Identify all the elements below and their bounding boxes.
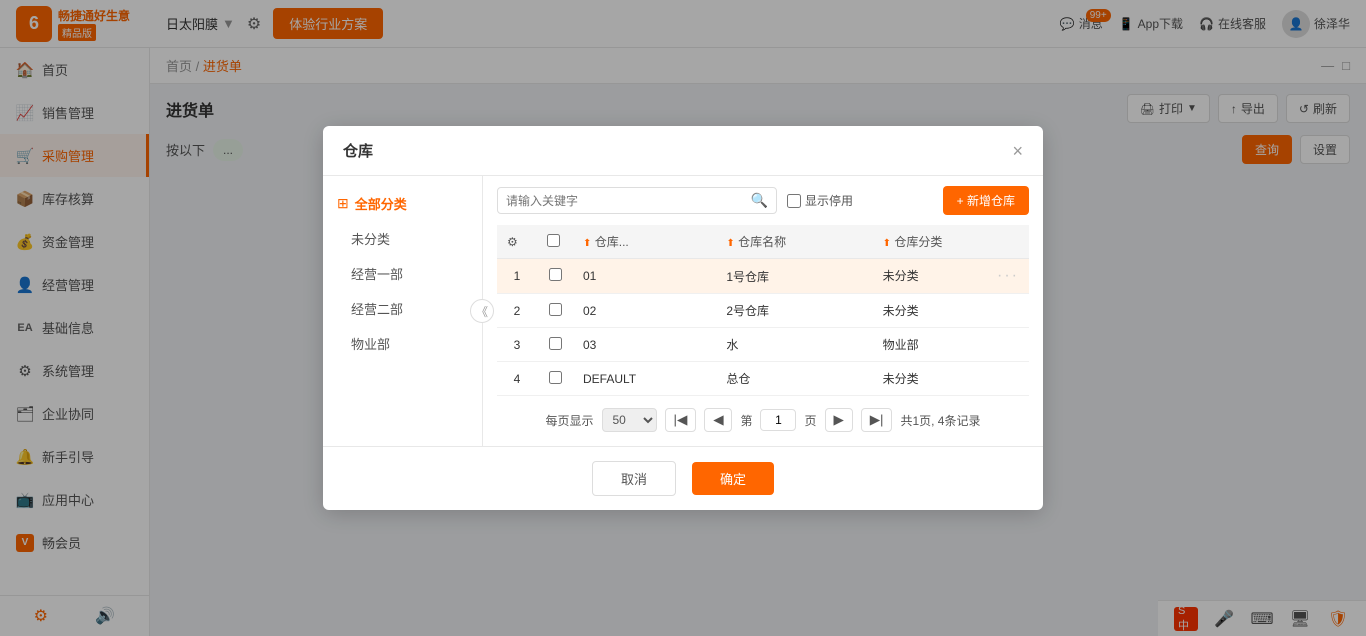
- table-toolbar: 🔍 显示停用 + 新增仓库: [497, 186, 1029, 215]
- table-panel: 🔍 显示停用 + 新增仓库 ⚙: [483, 176, 1043, 446]
- collapse-panel-button[interactable]: 《: [470, 299, 494, 323]
- row-number: 2: [497, 294, 537, 328]
- row-number: 3: [497, 328, 537, 362]
- category-item-property[interactable]: 物业部: [323, 326, 482, 361]
- confirm-button[interactable]: 确定: [692, 462, 774, 495]
- next-page-button[interactable]: ▶: [825, 408, 853, 432]
- grid-icon: ⊞: [337, 195, 349, 212]
- first-page-button[interactable]: |◀: [665, 408, 697, 432]
- last-page-button[interactable]: ▶|: [861, 408, 893, 432]
- row-number: 4: [497, 362, 537, 396]
- row-code: 01: [573, 259, 716, 294]
- modal-close-button[interactable]: ×: [1012, 142, 1023, 160]
- row-number: 1: [497, 259, 537, 294]
- show-disabled-label[interactable]: 显示停用: [787, 192, 853, 209]
- col-name-header: ⬆ 仓库名称: [716, 225, 872, 259]
- modal-header: 仓库 ×: [323, 126, 1043, 176]
- table-row[interactable]: 1 01 1号仓库 未分类 ···: [497, 259, 1029, 294]
- row-checkbox[interactable]: [537, 294, 573, 328]
- col-category-header: ⬆ 仓库分类: [873, 225, 1029, 259]
- sort-icon: ⬆: [726, 238, 734, 249]
- search-box: 🔍: [497, 187, 777, 214]
- row-checkbox[interactable]: [537, 328, 573, 362]
- per-page-select[interactable]: 50 100 200: [602, 408, 657, 432]
- warehouse-table: ⚙ ⬆ 仓库... ⬆ 仓库名称: [497, 225, 1029, 396]
- select-all-checkbox[interactable]: [547, 234, 560, 247]
- search-input[interactable]: [506, 194, 751, 208]
- modal-body: ⊞ 全部分类 未分类 经营一部 经营二部 物业部 《 🔍: [323, 176, 1043, 446]
- search-icon: 🔍: [751, 192, 768, 209]
- category-item-ops1[interactable]: 经营一部: [323, 256, 482, 291]
- pagination: 每页显示 50 100 200 |◀ ◀ 第 页 ▶ ▶| 共1页, 4条记录: [497, 396, 1029, 436]
- row-checkbox[interactable]: [537, 362, 573, 396]
- category-item-ops2[interactable]: 经营二部: [323, 291, 482, 326]
- category-item-unclassified[interactable]: 未分类: [323, 221, 482, 256]
- add-warehouse-button[interactable]: + 新增仓库: [943, 186, 1029, 215]
- warehouse-modal: 仓库 × ⊞ 全部分类 未分类 经营一部 经营二部 物业部 《: [323, 126, 1043, 510]
- table-row[interactable]: 3 03 水 物业部: [497, 328, 1029, 362]
- category-all-label: 全部分类: [355, 194, 407, 213]
- row-category: 未分类 ···: [873, 259, 1029, 294]
- table-row[interactable]: 4 DEFAULT 总仓 未分类: [497, 362, 1029, 396]
- row-code: 02: [573, 294, 716, 328]
- page-label: 第: [740, 412, 752, 429]
- modal-title: 仓库: [343, 140, 373, 161]
- modal-footer: 取消 确定: [323, 446, 1043, 510]
- cancel-button[interactable]: 取消: [592, 461, 676, 496]
- row-name: 2号仓库: [716, 294, 872, 328]
- row-name: 水: [716, 328, 872, 362]
- page-number-input[interactable]: [760, 409, 796, 431]
- category-all-button[interactable]: ⊞ 全部分类: [323, 186, 482, 221]
- row-name: 总仓: [716, 362, 872, 396]
- row-name: 1号仓库: [716, 259, 872, 294]
- row-category: 物业部: [873, 328, 1029, 362]
- per-page-label: 每页显示: [545, 412, 593, 429]
- gear-icon: ⚙: [507, 235, 518, 249]
- sort-icon: ⬆: [883, 238, 891, 249]
- row-actions[interactable]: ···: [997, 267, 1019, 285]
- prev-page-button[interactable]: ◀: [704, 408, 732, 432]
- row-code: 03: [573, 328, 716, 362]
- col-code-header: ⬆ 仓库...: [573, 225, 716, 259]
- row-category: 未分类: [873, 294, 1029, 328]
- col-checkbox: [537, 225, 573, 259]
- row-checkbox[interactable]: [537, 259, 573, 294]
- category-panel: ⊞ 全部分类 未分类 经营一部 经营二部 物业部 《: [323, 176, 483, 446]
- modal-overlay: 仓库 × ⊞ 全部分类 未分类 经营一部 经营二部 物业部 《: [0, 0, 1366, 636]
- row-code: DEFAULT: [573, 362, 716, 396]
- row-category: 未分类: [873, 362, 1029, 396]
- page-unit: 页: [804, 412, 816, 429]
- sort-icon: ⬆: [583, 238, 591, 249]
- col-settings: ⚙: [497, 225, 537, 259]
- table-row[interactable]: 2 02 2号仓库 未分类: [497, 294, 1029, 328]
- show-disabled-checkbox[interactable]: [787, 194, 801, 208]
- total-info: 共1页, 4条记录: [900, 412, 980, 429]
